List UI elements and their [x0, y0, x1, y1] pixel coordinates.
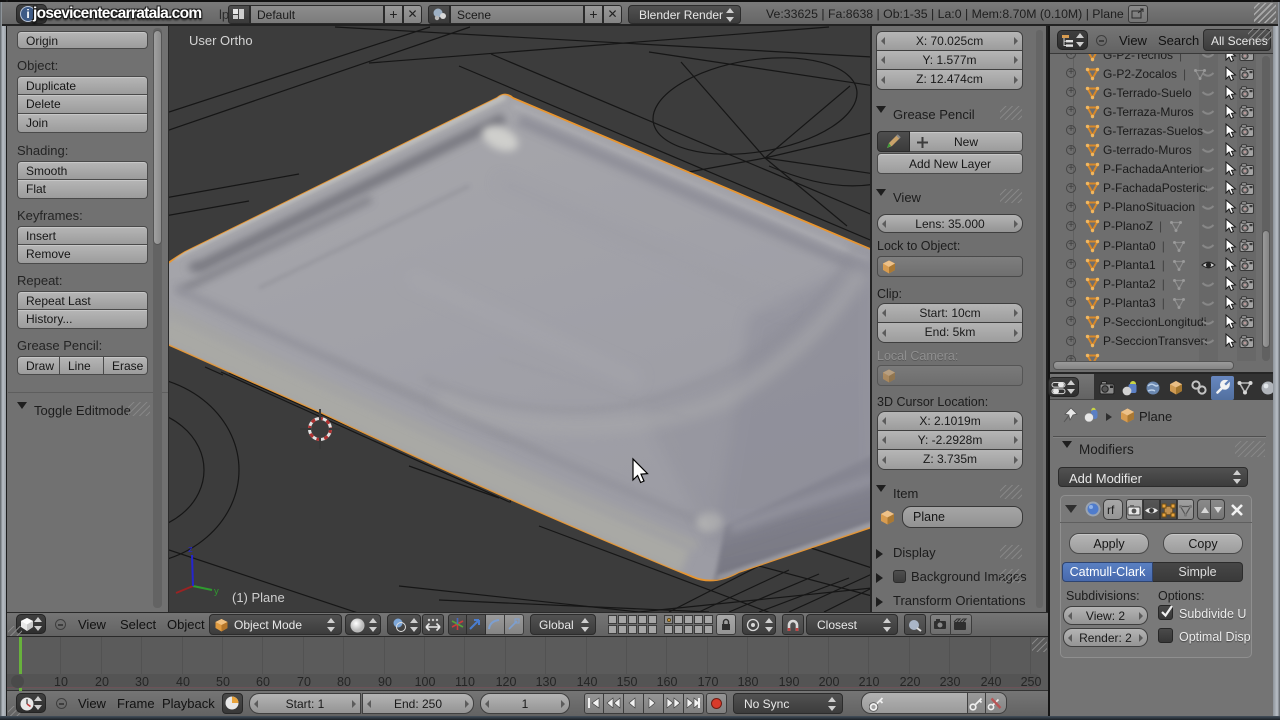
svg-text:User Ortho: User Ortho — [189, 33, 253, 48]
svg-text:(1) Plane: (1) Plane — [232, 590, 285, 605]
svg-text:y: y — [214, 586, 219, 597]
svg-text:z: z — [188, 544, 193, 555]
